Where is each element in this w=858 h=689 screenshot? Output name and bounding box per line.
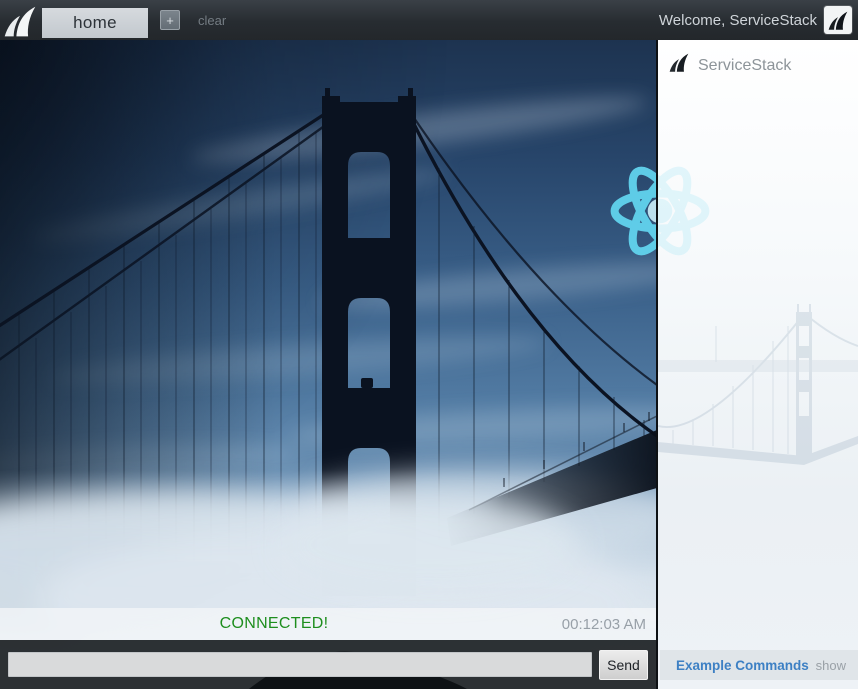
example-commands-link[interactable]: Example Commands	[676, 658, 809, 673]
add-tab-button[interactable]: +	[160, 10, 180, 30]
user-servicestack-logo-icon[interactable]	[824, 6, 852, 34]
tab-home[interactable]: home	[42, 8, 148, 38]
chat-main-panel: CONNECTED! 00:12:03 AM Send	[0, 40, 658, 689]
message-input[interactable]	[8, 652, 592, 677]
status-timestamp: 00:12:03 AM	[561, 615, 646, 633]
connection-status-bar: CONNECTED! 00:12:03 AM	[0, 608, 656, 640]
sidebar-panel: ServiceStack Example Commands show	[658, 40, 858, 689]
fog-over-deck	[279, 497, 579, 593]
servicestack-fin-dark-icon	[668, 53, 690, 78]
clear-link[interactable]: clear	[198, 13, 226, 28]
sidebar-brand-label: ServiceStack	[698, 56, 792, 74]
show-commands-toggle[interactable]: show	[816, 658, 846, 673]
top-navbar: home + clear Welcome, ServiceStack	[0, 0, 858, 40]
content-row: CONNECTED! 00:12:03 AM Send ServiceStack…	[0, 40, 858, 689]
faded-bridge-background	[658, 40, 858, 689]
message-composer: Send	[0, 640, 656, 689]
welcome-text: Welcome, ServiceStack	[658, 11, 817, 29]
servicestack-fin-icon[interactable]	[0, 0, 40, 40]
sidebar-brand: ServiceStack	[658, 40, 858, 78]
golden-gate-bridge-photo	[0, 40, 656, 689]
servicestack-chat-app: home + clear Welcome, ServiceStack CONNE…	[0, 0, 858, 689]
send-button[interactable]: Send	[599, 649, 648, 680]
connection-status-text: CONNECTED!	[219, 615, 329, 632]
example-commands-bar: Example Commands show	[660, 650, 858, 680]
